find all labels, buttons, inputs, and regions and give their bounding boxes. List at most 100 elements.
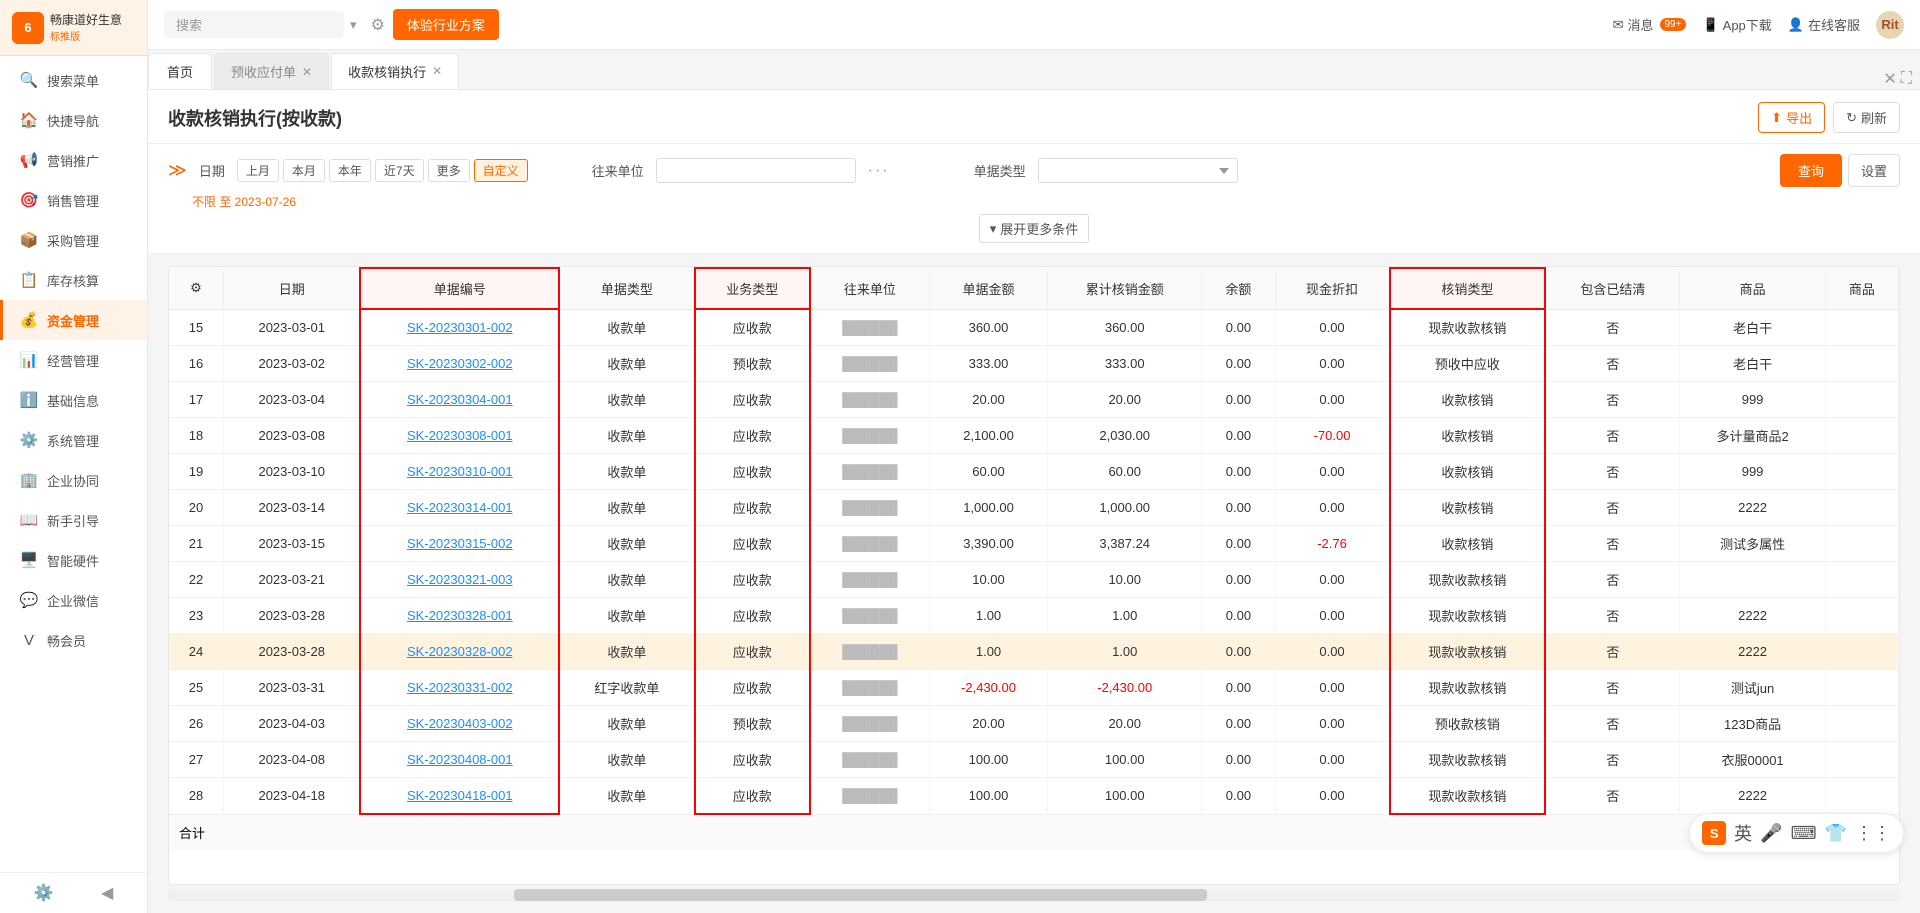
sidebar-item-guide[interactable]: 📖新手引导 [0, 500, 147, 540]
cell-voucher-type: 收款单 [559, 418, 695, 454]
service-icon: 👤 [1788, 17, 1804, 33]
cell-balance: 0.00 [1202, 346, 1275, 382]
cell-amount: 2,100.00 [929, 418, 1047, 454]
voucher-no-link[interactable]: SK-20230304-001 [407, 392, 513, 407]
app-download-label: App下载 [1723, 15, 1772, 34]
cell-voucher-type: 收款单 [559, 742, 695, 778]
expand-button[interactable]: ▾ 展开更多条件 [979, 214, 1090, 243]
cell-biz-type: 应收款 [695, 490, 810, 526]
date-btn-last-month[interactable]: 上月 [237, 159, 279, 182]
tab-receipt-verify[interactable]: 收款核销执行 ✕ [331, 53, 459, 89]
cell-amount: 1.00 [929, 598, 1047, 634]
topbar-chevron-icon: ▾ [350, 17, 357, 33]
message-item[interactable]: ✉ 消息 99+ [1613, 15, 1687, 34]
sidebar-item-sales[interactable]: 🎯销售管理 [0, 180, 147, 220]
basic-info-icon: ℹ️ [19, 390, 39, 410]
sidebar-item-inventory[interactable]: 📋库存核算 [0, 260, 147, 300]
voucher-no-link[interactable]: SK-20230403-002 [407, 716, 513, 731]
solution-button[interactable]: 体验行业方案 [393, 9, 499, 40]
sidebar-item-enterprise[interactable]: 🏢企业协同 [0, 460, 147, 500]
app-download-item[interactable]: 📱 App下载 [1702, 15, 1771, 34]
cell-verified-amount: 2,030.00 [1048, 418, 1202, 454]
voucher-no-link[interactable]: SK-20230331-002 [407, 680, 513, 695]
refresh-button[interactable]: ↻ 刷新 [1833, 102, 1900, 133]
voucher-type-filter-select[interactable] [1038, 158, 1238, 183]
cell-row-num: 25 [169, 670, 223, 706]
export-button[interactable]: ⬆ 导出 [1758, 102, 1825, 133]
setting-button[interactable]: 设置 [1848, 154, 1900, 187]
cell-goods: 999 [1680, 382, 1825, 418]
float-keyboard-icon[interactable]: ⌨ [1791, 823, 1817, 844]
th-date: 日期 [223, 268, 360, 309]
sidebar-item-wechat[interactable]: 💬企业微信 [0, 580, 147, 620]
cell-cash-discount: -70.00 [1275, 418, 1389, 454]
inventory-label: 库存核算 [47, 271, 99, 290]
voucher-no-link[interactable]: SK-20230302-002 [407, 356, 513, 371]
online-service-item[interactable]: 👤 在线客服 [1788, 15, 1860, 34]
voucher-no-link[interactable]: SK-20230301-002 [407, 320, 513, 335]
float-lang-icon[interactable]: 英 [1734, 820, 1752, 846]
sidebar-item-basic-info[interactable]: ℹ️ 基础信息 [0, 380, 147, 420]
sidebar-item-purchase[interactable]: 📦采购管理 [0, 220, 147, 260]
tab-prepay-close[interactable]: ✕ [302, 65, 312, 79]
tab-expand-icon[interactable]: ⛶ [1901, 70, 1912, 88]
voucher-no-link[interactable]: SK-20230314-001 [407, 500, 513, 515]
sidebar-bottom: ⚙️ ◀ [0, 872, 147, 913]
cell-verify-type: 现款收款核销 [1390, 309, 1546, 346]
sidebar-item-quick-nav[interactable]: 🏠快捷导航 [0, 100, 147, 140]
basic-info-label: 基础信息 [47, 391, 99, 410]
sidebar-item-system[interactable]: ⚙️系统管理 [0, 420, 147, 460]
cell-row-num: 22 [169, 562, 223, 598]
cell-cash-discount: 0.00 [1275, 562, 1389, 598]
float-mic-icon[interactable]: 🎤 [1760, 823, 1782, 844]
cell-row-num: 20 [169, 490, 223, 526]
cell-amount: 20.00 [929, 706, 1047, 742]
settings-icon[interactable]: ⚙️ [34, 883, 54, 903]
tab-home[interactable]: 首页 [148, 53, 212, 89]
date-btn-more[interactable]: 更多 [428, 159, 470, 182]
sidebar-item-hardware[interactable]: 🖥️智能硬件 [0, 540, 147, 580]
filter-toggle-icon[interactable]: ≫ [168, 160, 187, 181]
date-range-row: 不限 至 2023-07-26 [168, 193, 1900, 210]
horizontal-scrollbar[interactable] [168, 889, 1900, 901]
query-button[interactable]: 查询 [1780, 154, 1842, 187]
hardware-label: 智能硬件 [47, 551, 99, 570]
sidebar-item-finance[interactable]: 💰资金管理 [0, 300, 147, 340]
tab-prepay[interactable]: 预收应付单 ✕ [214, 53, 329, 89]
voucher-no-link[interactable]: SK-20230408-001 [407, 752, 513, 767]
sidebar-item-member[interactable]: V畅会员 [0, 620, 147, 660]
voucher-no-link[interactable]: SK-20230328-002 [407, 644, 513, 659]
date-btn-7days[interactable]: 近7天 [375, 159, 424, 182]
tab-receipt-verify-close[interactable]: ✕ [432, 64, 442, 78]
table-row: 20 2023-03-14 SK-20230314-001 收款单 应收款 ██… [169, 490, 1899, 526]
partner-filter-input[interactable] [656, 158, 856, 183]
voucher-no-link[interactable]: SK-20230308-001 [407, 428, 513, 443]
date-btn-this-year[interactable]: 本年 [329, 159, 371, 182]
th-amount: 单据金额 [929, 268, 1047, 309]
refresh-icon: ↻ [1846, 110, 1857, 126]
cell-verified-amount: 1.00 [1048, 598, 1202, 634]
table-wrapper[interactable]: ⚙ 日期 单据编号 单据类型 业务类型 往来单位 单据金额 累计核销金额 余额 … [168, 266, 1900, 885]
topbar-gear-icon[interactable]: ⚙ [371, 15, 385, 35]
app-sub: 标推版 [50, 28, 122, 43]
sidebar-item-operations[interactable]: 📊经营管理 [0, 340, 147, 380]
sidebar-item-search[interactable]: 🔍搜索菜单 [0, 60, 147, 100]
voucher-no-link[interactable]: SK-20230310-001 [407, 464, 513, 479]
cell-partner: ██████ [810, 454, 930, 490]
cell-goods2 [1825, 562, 1898, 598]
cell-verify-type: 收款核销 [1390, 382, 1546, 418]
float-grid-icon[interactable]: ⋮⋮ [1855, 823, 1891, 844]
voucher-no-link[interactable]: SK-20230321-003 [407, 572, 513, 587]
date-btn-custom[interactable]: 自定义 [474, 159, 528, 182]
user-avatar[interactable]: Rit [1876, 11, 1904, 39]
collapse-icon[interactable]: ◀ [101, 883, 113, 903]
cell-date: 2023-03-01 [223, 309, 360, 346]
voucher-no-link[interactable]: SK-20230418-001 [407, 788, 513, 803]
sidebar-item-marketing[interactable]: 📢营销推广 [0, 140, 147, 180]
tab-close-all-icon[interactable]: ✕ [1883, 69, 1896, 89]
voucher-no-link[interactable]: SK-20230328-001 [407, 608, 513, 623]
date-btn-this-month[interactable]: 本月 [283, 159, 325, 182]
cell-biz-type: 应收款 [695, 598, 810, 634]
voucher-no-link[interactable]: SK-20230315-002 [407, 536, 513, 551]
float-shirt-icon[interactable]: 👕 [1825, 823, 1847, 844]
